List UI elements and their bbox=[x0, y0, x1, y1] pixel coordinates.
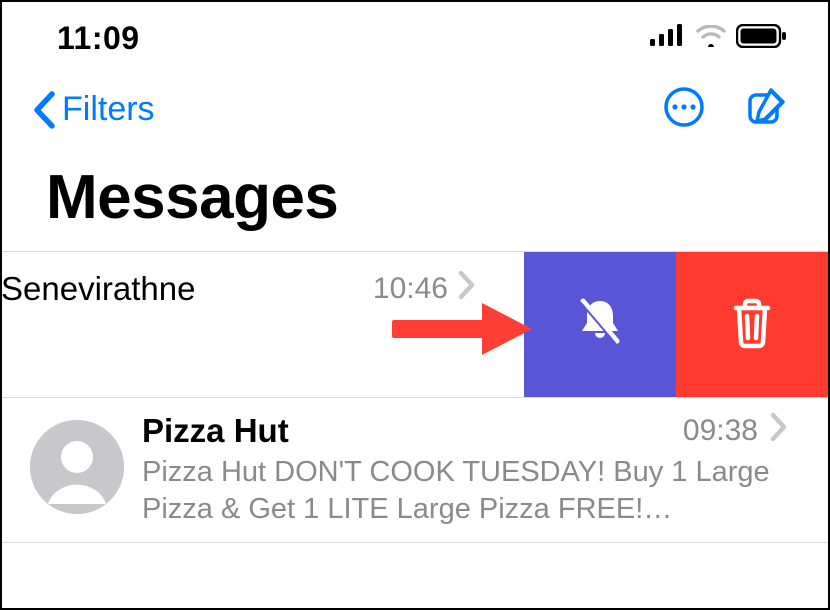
mute-button[interactable] bbox=[524, 252, 676, 397]
chevron-left-icon bbox=[30, 90, 60, 130]
cellular-icon bbox=[650, 24, 686, 53]
conversation-time: 09:38 bbox=[683, 412, 788, 450]
swipe-actions bbox=[524, 252, 828, 397]
wifi-icon bbox=[696, 25, 726, 52]
conversation-name: Senevirathne bbox=[1, 270, 195, 308]
conversation-name: Pizza Hut bbox=[142, 412, 289, 450]
page-title: Messages bbox=[2, 142, 828, 251]
conversation-row[interactable]: Senevirathne 10:46 bbox=[2, 251, 828, 397]
status-indicators bbox=[650, 24, 788, 53]
conversation-time: 10:46 bbox=[373, 270, 476, 308]
status-time: 11:09 bbox=[57, 20, 140, 57]
bell-slash-icon bbox=[571, 293, 629, 356]
app-frame: 11:09 Filters bbox=[0, 0, 830, 610]
nav-bar: Filters bbox=[2, 67, 828, 142]
battery-icon bbox=[736, 24, 788, 53]
conversation-row[interactable]: Pizza Hut 09:38 Pizza Hut DON'T COOK TUE… bbox=[2, 397, 828, 543]
back-button[interactable]: Filters bbox=[30, 90, 155, 130]
chevron-right-icon bbox=[770, 412, 788, 450]
avatar bbox=[30, 420, 124, 514]
status-bar: 11:09 bbox=[2, 2, 828, 67]
trash-icon bbox=[726, 294, 778, 355]
conversation-list: Senevirathne 10:46 bbox=[2, 251, 828, 543]
delete-button[interactable] bbox=[676, 252, 828, 397]
compose-button[interactable] bbox=[744, 85, 788, 134]
more-button[interactable] bbox=[662, 85, 706, 134]
back-label: Filters bbox=[62, 90, 155, 129]
conversation-preview: Pizza Hut DON'T COOK TUESDAY! Buy 1 Larg… bbox=[142, 454, 788, 528]
chevron-right-icon bbox=[458, 270, 476, 308]
